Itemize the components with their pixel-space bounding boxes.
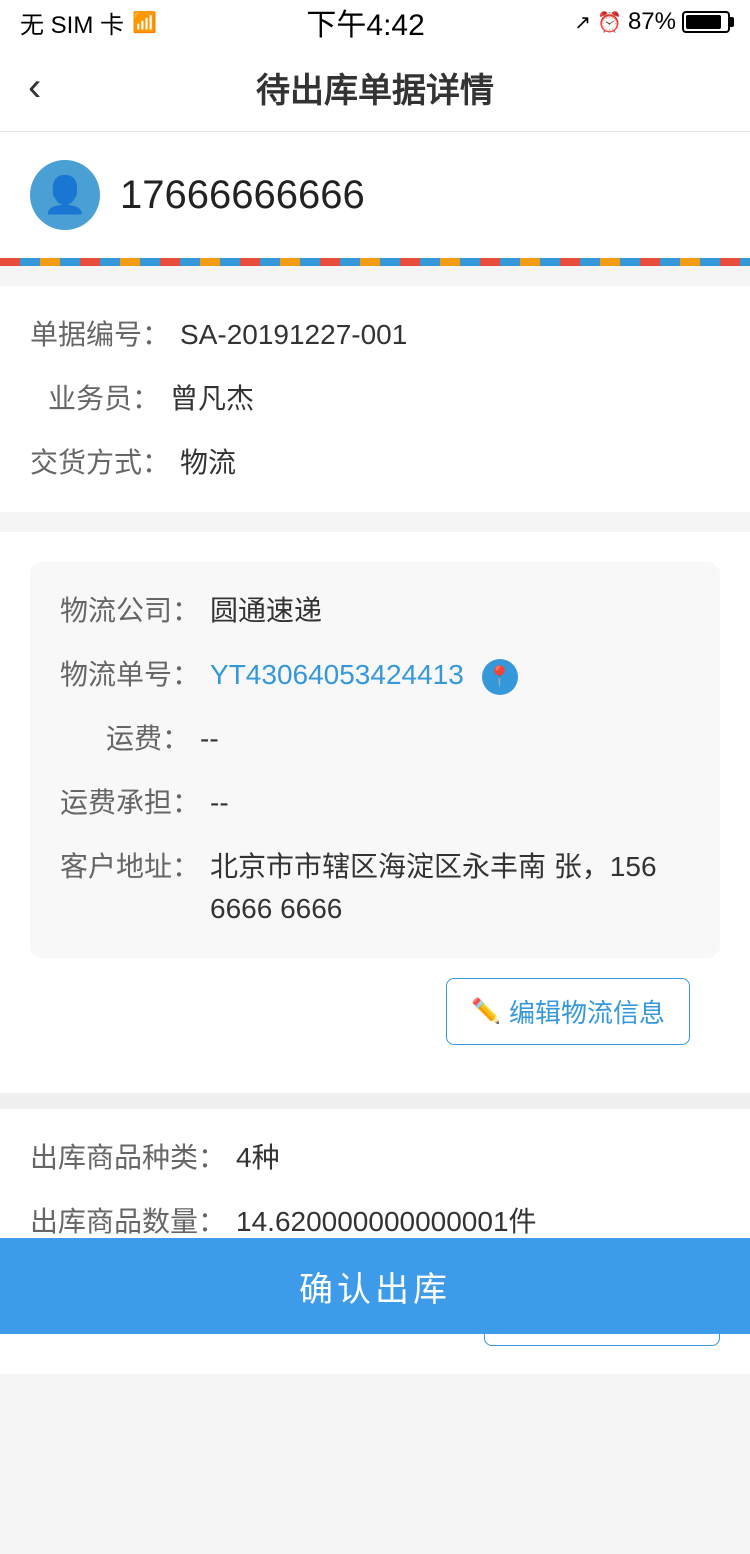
page-title: 待出库单据详情: [256, 63, 494, 112]
confirm-btn-wrap: 确认出库: [0, 1238, 750, 1334]
edit-logistics-label: 编辑物流信息: [509, 993, 665, 1030]
logistics-section: 物流公司： 圆通速递 物流单号： YT43064053424413 📍 运费： …: [0, 532, 750, 1093]
back-button[interactable]: ‹: [28, 65, 41, 110]
battery-icon: [682, 11, 730, 33]
logistics-company-value: 圆通速递: [210, 590, 690, 632]
edit-logistics-row: ✏️ 编辑物流信息: [30, 958, 720, 1065]
delivery-method-label: 交货方式：: [30, 442, 180, 484]
order-no-row: 单据编号： SA-20191227-001: [30, 314, 720, 356]
tracking-value: YT43064053424413 📍: [210, 654, 690, 696]
wifi-icon: 📶: [132, 10, 157, 35]
dashed-divider: [0, 258, 750, 266]
status-bar: 无 SIM 卡 📶 下午4:42 ↗ ⏰ 87%: [0, 0, 750, 44]
order-no-label: 单据编号：: [30, 314, 180, 356]
separator: [0, 1093, 750, 1109]
location-icon: ↗: [574, 10, 591, 35]
freight-label: 运费：: [60, 718, 200, 760]
status-time: 下午4:42: [306, 0, 424, 44]
address-value: 北京市市辖区海淀区永丰南 张，156 6666 6666: [210, 846, 690, 930]
avatar-icon: 👤: [43, 174, 88, 216]
confirm-outbound-button[interactable]: 确认出库: [299, 1262, 451, 1311]
edit-logistics-button[interactable]: ✏️ 编辑物流信息: [446, 978, 690, 1045]
sales-person-row: 业务员： 曾凡杰: [30, 378, 720, 420]
customer-header: 👤 17666666666: [0, 132, 750, 258]
order-no-value: SA-20191227-001: [180, 314, 720, 356]
freight-value: --: [200, 718, 690, 760]
goods-type-label: 出库商品种类：: [30, 1137, 236, 1179]
goods-type-row: 出库商品种类： 4种: [30, 1137, 720, 1179]
address-row: 客户地址： 北京市市辖区海淀区永丰南 张，156 6666 6666: [60, 846, 690, 930]
logistics-card: 物流公司： 圆通速递 物流单号： YT43064053424413 📍 运费： …: [30, 562, 720, 958]
goods-type-value: 4种: [236, 1137, 720, 1179]
status-right: ↗ ⏰ 87%: [574, 8, 730, 36]
tracking-row: 物流单号： YT43064053424413 📍: [60, 654, 690, 696]
carrier-label: 无 SIM 卡: [20, 5, 124, 40]
status-left: 无 SIM 卡 📶: [20, 5, 157, 40]
battery-percent: 87%: [628, 8, 676, 36]
edit-icon: ✏️: [471, 997, 501, 1026]
bottom-area: [0, 1374, 750, 1554]
logistics-company-label: 物流公司：: [60, 590, 210, 632]
customer-phone: 17666666666: [120, 173, 365, 218]
tracking-label: 物流单号：: [60, 654, 210, 696]
alarm-icon: ⏰: [597, 10, 622, 35]
sales-person-value: 曾凡杰: [170, 378, 720, 420]
sales-person-label: 业务员：: [30, 378, 170, 420]
freight-bear-label: 运费承担：: [60, 782, 210, 824]
order-info-section: 单据编号： SA-20191227-001 业务员： 曾凡杰 交货方式： 物流: [0, 286, 750, 512]
goods-quantity-row: 出库商品数量： 14.620000000000001件: [30, 1201, 720, 1243]
freight-row: 运费： --: [60, 718, 690, 760]
freight-bear-value: --: [210, 782, 690, 824]
goods-quantity-label: 出库商品数量：: [30, 1201, 236, 1243]
logistics-company-row: 物流公司： 圆通速递: [60, 590, 690, 632]
address-label: 客户地址：: [60, 846, 210, 888]
goods-quantity-value: 14.620000000000001件: [236, 1201, 720, 1243]
delivery-method-value: 物流: [180, 442, 720, 484]
avatar: 👤: [30, 160, 100, 230]
freight-bear-row: 运费承担： --: [60, 782, 690, 824]
delivery-method-row: 交货方式： 物流: [30, 442, 720, 484]
location-pin-icon[interactable]: 📍: [482, 659, 518, 695]
nav-bar: ‹ 待出库单据详情: [0, 44, 750, 132]
